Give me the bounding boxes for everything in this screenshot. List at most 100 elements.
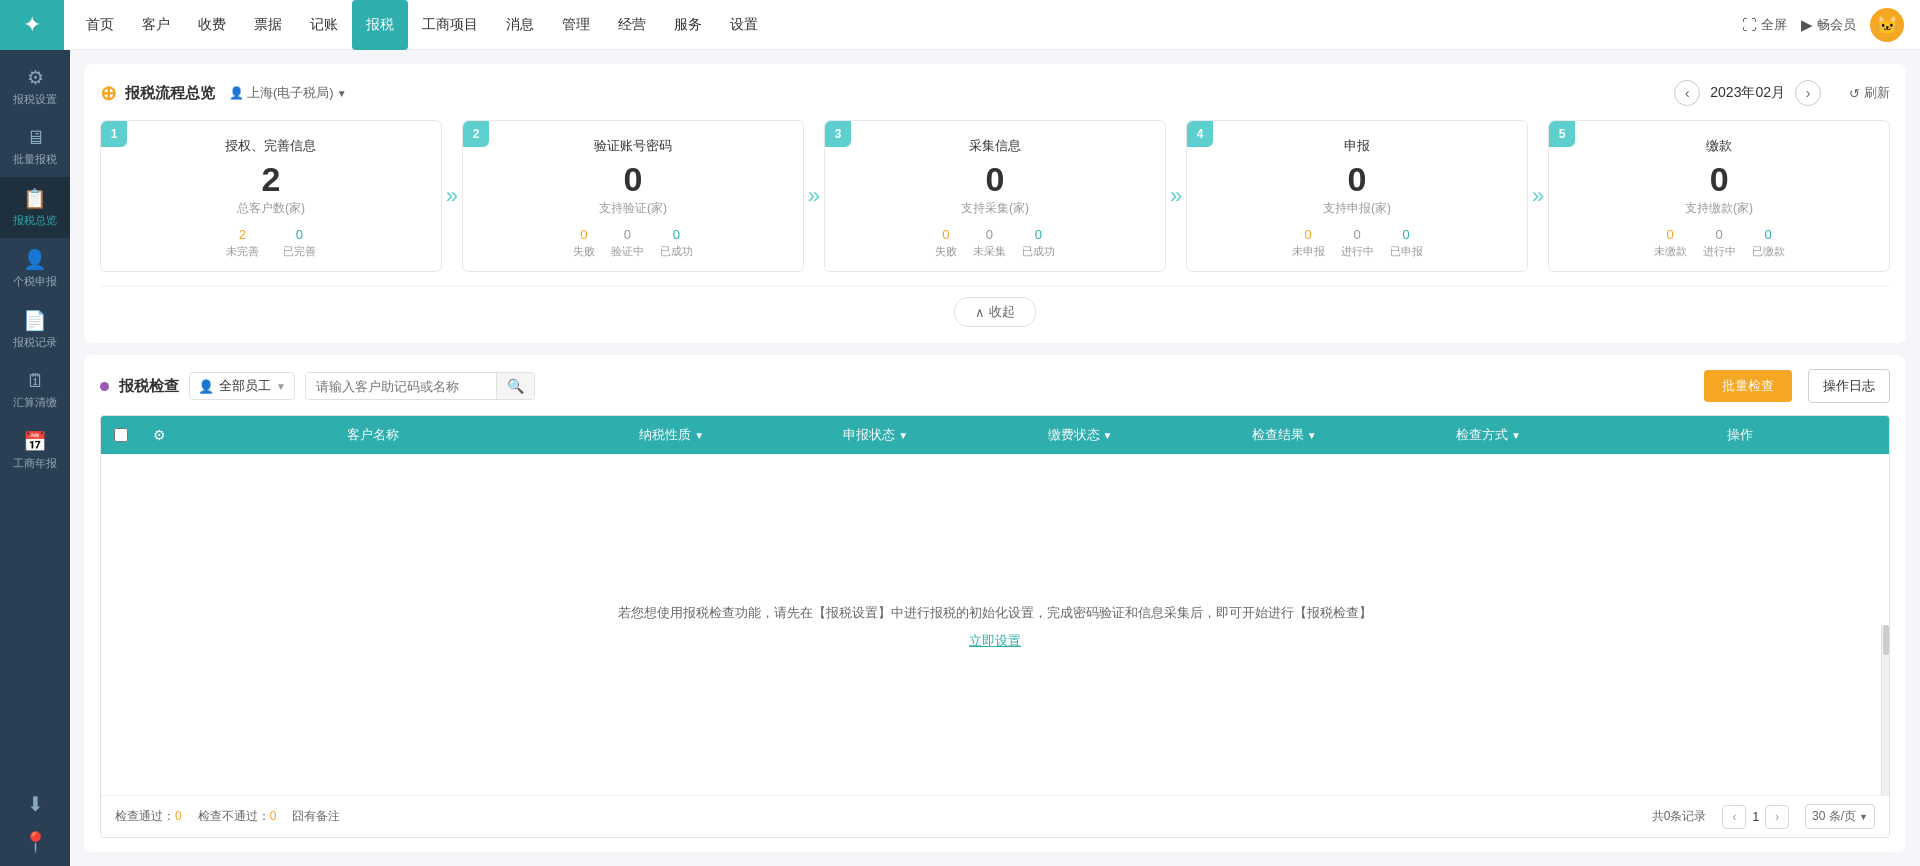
- step-3-stat-1-label: 未采集: [973, 244, 1006, 259]
- page-next-button[interactable]: ›: [1765, 805, 1789, 829]
- step-5-stat-1-val: 0: [1715, 227, 1722, 242]
- check-fail-val[interactable]: 0: [270, 809, 277, 823]
- th-filter-icon-2[interactable]: ▼: [898, 430, 908, 441]
- sidebar-item-settlement[interactable]: 🗓 汇算清缴: [0, 360, 70, 420]
- per-page-chevron-icon: ▼: [1859, 812, 1868, 822]
- step-2-number: 2: [463, 121, 489, 147]
- location-person-icon: 👤: [229, 86, 244, 100]
- location-icon[interactable]: 📍: [23, 830, 48, 854]
- download-icon[interactable]: ⬇: [27, 792, 44, 816]
- step-2-stat-2-label: 已成功: [660, 244, 693, 259]
- step-5-stat-2-label: 已缴款: [1752, 244, 1785, 259]
- date-next-button[interactable]: ›: [1795, 80, 1821, 106]
- nav-item-service[interactable]: 服务: [660, 0, 716, 50]
- sidebar-item-batch-tax[interactable]: 🖥 批量报税: [0, 117, 70, 177]
- select-all-checkbox[interactable]: [114, 428, 128, 442]
- overview-plus-icon: ⊕: [100, 81, 117, 105]
- step-4-card: 4 申报 0 支持申报(家) 0 未申报 0 进行中: [1186, 120, 1528, 272]
- tax-check-dot-icon: [100, 382, 109, 391]
- step-1-stat-1-val[interactable]: 0: [296, 227, 303, 242]
- step-2-stat-0-val[interactable]: 0: [580, 227, 587, 242]
- th-operation: 操作: [1591, 416, 1889, 454]
- step-1-number: 1: [101, 121, 127, 147]
- nav-item-fee[interactable]: 收费: [184, 0, 240, 50]
- table-gear-icon[interactable]: ⚙: [153, 427, 166, 443]
- nav-item-tax[interactable]: 报税: [352, 0, 408, 50]
- step-4-title: 申报: [1199, 137, 1515, 155]
- fullscreen-button[interactable]: ⛶ 全屏: [1742, 16, 1787, 34]
- step-3-stat-2-val[interactable]: 0: [1035, 227, 1042, 242]
- step-3-stat-1-val: 0: [986, 227, 993, 242]
- nav-item-customer[interactable]: 客户: [128, 0, 184, 50]
- vip-button[interactable]: ▶ 畅会员: [1801, 16, 1856, 34]
- sidebar-item-annual-report[interactable]: 📅 工商年报: [0, 420, 70, 481]
- th-check-result: 检查结果▼: [1182, 416, 1386, 454]
- tax-record-icon: 📄: [23, 309, 47, 332]
- empty-message: 若您想使用报税检查功能，请先在【报税设置】中进行报税的初始化设置，完成密码验证和…: [618, 599, 1372, 628]
- sidebar-item-tax-settings[interactable]: ⚙ 报税设置: [0, 56, 70, 117]
- sidebar-item-tax-overview[interactable]: 📋 报税总览: [0, 177, 70, 238]
- step-1-subtitle: 总客户数(家): [113, 200, 429, 217]
- step-3-title: 采集信息: [837, 137, 1153, 155]
- check-pass-val[interactable]: 0: [175, 809, 182, 823]
- step-2-stat-2-val[interactable]: 0: [673, 227, 680, 242]
- total-records: 共0条记录: [1652, 808, 1707, 825]
- step-5-stat-2-val[interactable]: 0: [1764, 227, 1771, 242]
- tax-settings-icon: ⚙: [27, 66, 44, 89]
- operation-log-button[interactable]: 操作日志: [1808, 369, 1890, 403]
- step-3-stat-2-label: 已成功: [1022, 244, 1055, 259]
- th-filter-icon-4[interactable]: ▼: [1307, 430, 1317, 441]
- th-filter-icon-3[interactable]: ▼: [1103, 430, 1113, 441]
- sidebar-label-tax-settings: 报税设置: [13, 92, 57, 107]
- search-input[interactable]: [306, 374, 496, 399]
- avatar[interactable]: 🐱: [1870, 8, 1904, 42]
- date-prev-button[interactable]: ‹: [1674, 80, 1700, 106]
- step-3-number: 3: [825, 121, 851, 147]
- th-customer-name: 客户名称: [177, 416, 569, 454]
- sidebar-label-annual-report: 工商年报: [13, 456, 57, 471]
- per-page-select[interactable]: 30 条/页 ▼: [1805, 804, 1875, 829]
- sidebar-label-tax-record: 报税记录: [13, 335, 57, 350]
- collapse-button[interactable]: ∧ 收起: [954, 297, 1036, 327]
- sidebar-item-personal-tax[interactable]: 👤 个税申报: [0, 238, 70, 299]
- nav-item-manage[interactable]: 管理: [548, 0, 604, 50]
- sidebar-label-tax-overview: 报税总览: [13, 213, 57, 228]
- batch-tax-icon: 🖥: [26, 127, 45, 149]
- th-filter-icon-5[interactable]: ▼: [1511, 430, 1521, 441]
- th-tax-nature: 纳税性质▼: [569, 416, 773, 454]
- nav-item-msg[interactable]: 消息: [492, 0, 548, 50]
- table-header: ⚙ 客户名称 纳税性质▼ 申报状态▼ 缴费状态▼ 检查结果▼ 检查方式▼ 操作: [101, 416, 1889, 454]
- sidebar-item-tax-record[interactable]: 📄 报税记录: [0, 299, 70, 360]
- batch-check-button[interactable]: 批量检查: [1704, 370, 1792, 402]
- nav-item-bookkeeping[interactable]: 记账: [296, 0, 352, 50]
- setup-link[interactable]: 立即设置: [969, 632, 1021, 650]
- nav-item-bizproject[interactable]: 工商项目: [408, 0, 492, 50]
- nav-item-ops[interactable]: 经营: [604, 0, 660, 50]
- step-5-stat-0-val[interactable]: 0: [1666, 227, 1673, 242]
- step-1-stat-0-val[interactable]: 2: [239, 227, 246, 242]
- step-5-title: 缴款: [1561, 137, 1877, 155]
- th-filter-icon-1[interactable]: ▼: [694, 430, 704, 441]
- logo[interactable]: ✦: [0, 0, 64, 50]
- step-5-subtitle: 支持缴款(家): [1561, 200, 1877, 217]
- step-1-card: 1 授权、完善信息 2 总客户数(家) 2 未完善 0 已完善: [100, 120, 442, 272]
- step-5-card: 5 缴款 0 支持缴款(家) 0 未缴款 0 进行中: [1548, 120, 1890, 272]
- step-4-stat-1-label: 进行中: [1341, 244, 1374, 259]
- staff-filter-select[interactable]: 👤 全部员工 ▼: [189, 372, 295, 400]
- step-4-stat-0-val[interactable]: 0: [1304, 227, 1311, 242]
- nav-item-settings[interactable]: 设置: [716, 0, 772, 50]
- page-prev-button[interactable]: ‹: [1722, 805, 1746, 829]
- refresh-button[interactable]: ↺ 刷新: [1849, 84, 1890, 102]
- nav-item-invoice[interactable]: 票据: [240, 0, 296, 50]
- nav-item-home[interactable]: 首页: [72, 0, 128, 50]
- step-2-title: 验证账号密码: [475, 137, 791, 155]
- step-4-stat-2-val[interactable]: 0: [1402, 227, 1409, 242]
- fullscreen-icon: ⛶: [1742, 16, 1757, 33]
- staff-icon: 👤: [198, 379, 214, 394]
- location-selector[interactable]: 👤 上海(电子税局) ▼: [229, 84, 347, 102]
- step-2-stat-0-label: 失败: [573, 244, 595, 259]
- step-3-stat-0-val[interactable]: 0: [942, 227, 949, 242]
- page-current: 1: [1752, 810, 1759, 824]
- search-button[interactable]: 🔍: [496, 373, 534, 399]
- th-check-method: 检查方式▼: [1386, 416, 1590, 454]
